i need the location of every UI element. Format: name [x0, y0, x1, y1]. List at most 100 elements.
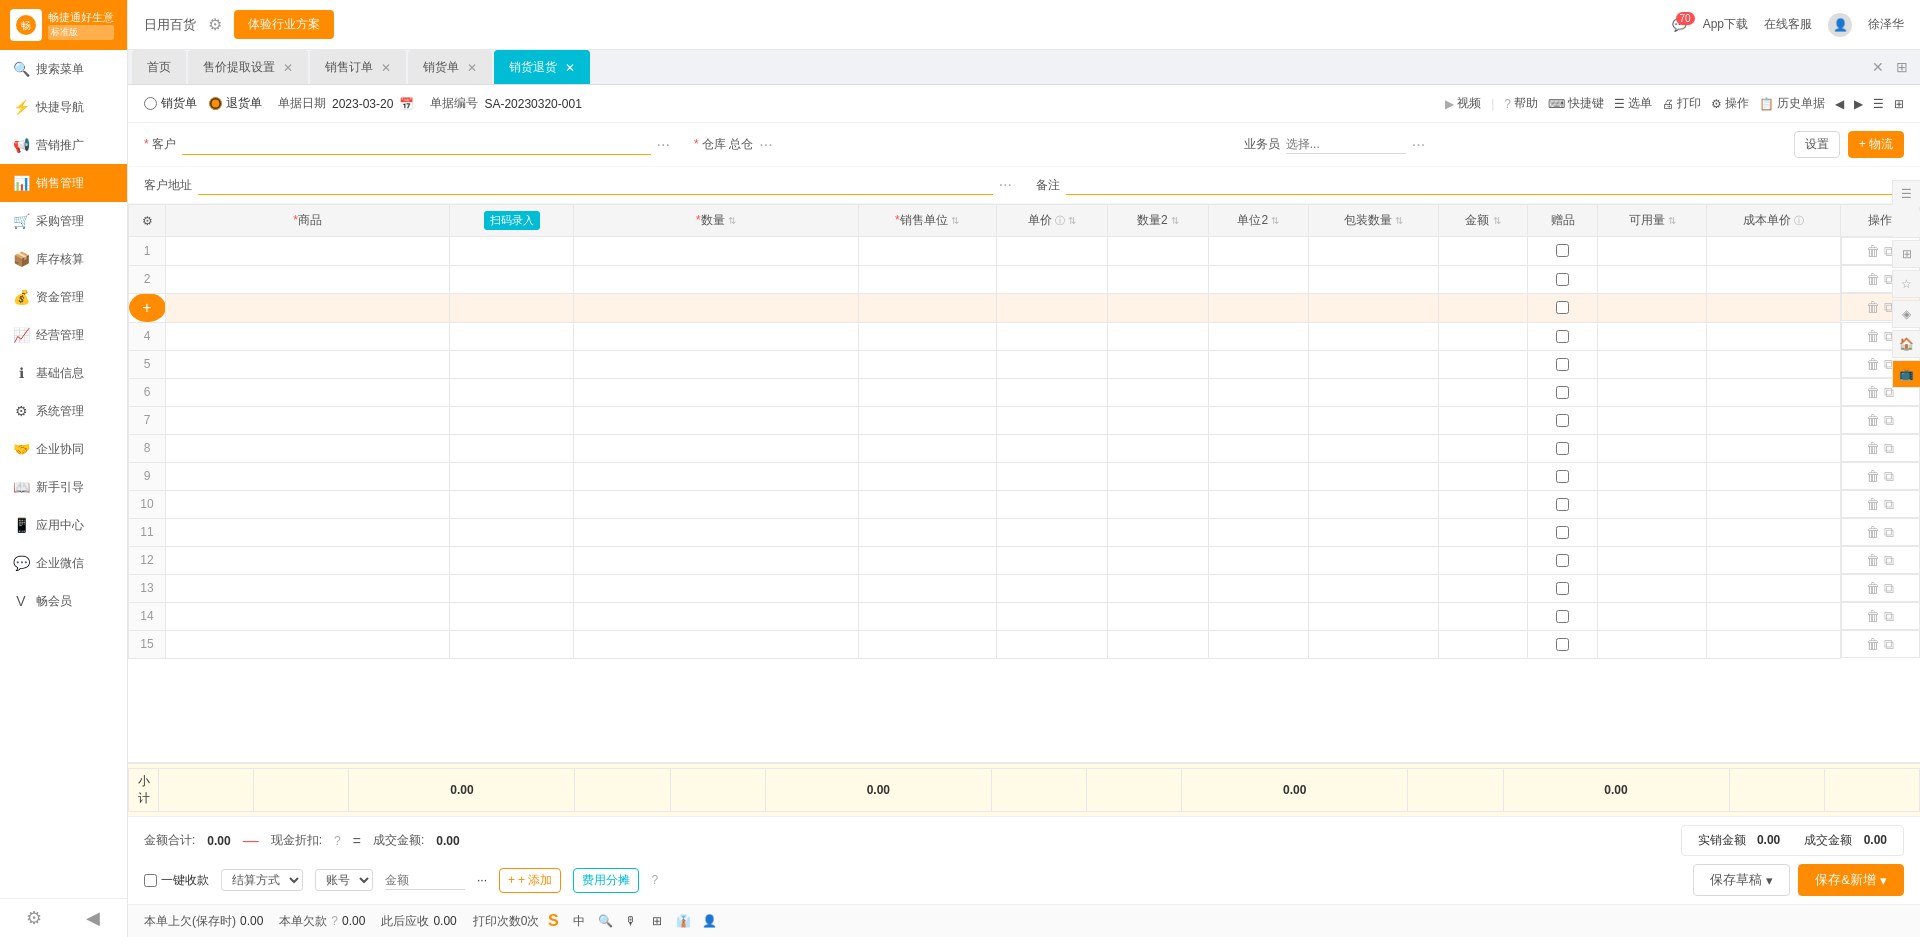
- quantity-input[interactable]: [582, 441, 849, 455]
- sales-unit-cell[interactable]: [858, 490, 996, 518]
- save-draft-btn[interactable]: 保存草稿 ▾: [1693, 864, 1790, 896]
- pack-qty-cell[interactable]: [1309, 378, 1439, 406]
- select-link[interactable]: ☰选单: [1614, 95, 1652, 112]
- delete-icon[interactable]: 🗑: [1866, 384, 1880, 400]
- gift-checkbox[interactable]: [1556, 610, 1569, 623]
- sidebar-item-wechat[interactable]: 💬 企业微信: [0, 544, 127, 582]
- unit2-cell[interactable]: [1208, 630, 1308, 658]
- address-input[interactable]: [198, 175, 993, 195]
- product-cell[interactable]: [166, 406, 450, 434]
- gift-checkbox[interactable]: [1556, 301, 1569, 314]
- unit-price-cell[interactable]: [996, 350, 1108, 378]
- print-link[interactable]: 🖨打印: [1662, 95, 1701, 112]
- quantity-input[interactable]: [582, 301, 849, 315]
- gift-checkbox[interactable]: [1556, 414, 1569, 427]
- pack-qty-cell[interactable]: [1309, 265, 1439, 293]
- toolbar-icon-qr[interactable]: ⊞: [647, 911, 667, 931]
- product-input[interactable]: [174, 553, 441, 567]
- quantity2-cell[interactable]: [1108, 350, 1208, 378]
- quantity2-cell[interactable]: [1108, 630, 1208, 658]
- quantity-cell[interactable]: [574, 546, 858, 574]
- unit-price-cell[interactable]: [996, 462, 1108, 490]
- gift-cell[interactable]: [1528, 378, 1598, 406]
- quantity-input[interactable]: [582, 329, 849, 343]
- pack-qty-cell[interactable]: [1309, 630, 1439, 658]
- quantity-cell[interactable]: [574, 490, 858, 518]
- sidebar-item-quicknav[interactable]: ⚡ 快捷导航: [0, 88, 127, 126]
- amount-cell[interactable]: [1439, 574, 1528, 602]
- address-picker[interactable]: ···: [999, 176, 1012, 194]
- gift-cell[interactable]: [1528, 462, 1598, 490]
- add-row-btn[interactable]: +: [137, 298, 157, 318]
- sidebar-settings-btn[interactable]: ⚙: [8, 907, 60, 929]
- copy-icon[interactable]: ⧉: [1884, 580, 1894, 597]
- view-list-btn[interactable]: ☰: [1873, 97, 1884, 111]
- discount-help-icon[interactable]: ?: [334, 834, 341, 848]
- product-cell[interactable]: [166, 546, 450, 574]
- sales-unit-cell[interactable]: [858, 350, 996, 378]
- product-cell[interactable]: [166, 293, 450, 322]
- gift-checkbox[interactable]: [1556, 442, 1569, 455]
- unit-price-cell[interactable]: [996, 602, 1108, 630]
- unit-price-cell[interactable]: [996, 518, 1108, 546]
- unit2-cell[interactable]: [1208, 265, 1308, 293]
- product-cell[interactable]: [166, 630, 450, 658]
- sales-unit-cell[interactable]: [858, 265, 996, 293]
- delete-icon[interactable]: 🗑: [1866, 299, 1880, 315]
- unit-price-cell[interactable]: [996, 546, 1108, 574]
- quantity-cell[interactable]: [574, 293, 858, 322]
- video-link[interactable]: ▶视频: [1445, 95, 1481, 112]
- quantity-cell[interactable]: [574, 434, 858, 462]
- unit2-cell[interactable]: [1208, 237, 1308, 266]
- gift-cell[interactable]: [1528, 406, 1598, 434]
- copy-icon[interactable]: ⧉: [1884, 412, 1894, 429]
- logistics-btn[interactable]: + 物流: [1848, 131, 1904, 158]
- save-new-btn[interactable]: 保存&新增 ▾: [1798, 864, 1904, 896]
- product-input[interactable]: [174, 581, 441, 595]
- gift-cell[interactable]: [1528, 350, 1598, 378]
- pack-qty-cell[interactable]: [1309, 462, 1439, 490]
- salesman-input[interactable]: [1286, 135, 1406, 154]
- amount-cell[interactable]: [1439, 406, 1528, 434]
- gift-checkbox[interactable]: [1556, 330, 1569, 343]
- sales-unit-cell[interactable]: [858, 602, 996, 630]
- gift-checkbox[interactable]: [1556, 244, 1569, 257]
- copy-icon[interactable]: ⧉: [1884, 552, 1894, 569]
- tab-sales-return[interactable]: 销货退货 ✕: [494, 50, 590, 84]
- shortcuts-link[interactable]: ⌨快捷键: [1548, 95, 1604, 112]
- tab-home[interactable]: 首页: [132, 50, 186, 84]
- product-input[interactable]: [174, 637, 441, 651]
- quantity-input[interactable]: [582, 244, 849, 258]
- gift-cell[interactable]: [1528, 434, 1598, 462]
- amount-cell[interactable]: [1439, 462, 1528, 490]
- th-barcode[interactable]: 扫码录入: [450, 205, 574, 237]
- delete-icon[interactable]: 🗑: [1866, 328, 1880, 344]
- toolbar-icon-zh[interactable]: 中: [569, 911, 589, 931]
- gift-cell[interactable]: [1528, 574, 1598, 602]
- sidebar-item-vip[interactable]: V 畅会员: [0, 582, 127, 620]
- quantity2-cell[interactable]: [1108, 378, 1208, 406]
- copy-icon[interactable]: ⧉: [1884, 496, 1894, 513]
- amount-cell[interactable]: [1439, 265, 1528, 293]
- delete-icon[interactable]: 🗑: [1866, 468, 1880, 484]
- delete-icon[interactable]: 🗑: [1866, 552, 1880, 568]
- history-link[interactable]: 📋历史单据: [1759, 95, 1825, 112]
- tab-close-icon[interactable]: ✕: [467, 61, 477, 75]
- product-cell[interactable]: [166, 462, 450, 490]
- date-value[interactable]: 2023-03-20: [332, 97, 393, 111]
- radio-sales-return[interactable]: 退货单: [209, 95, 262, 112]
- product-cell[interactable]: [166, 378, 450, 406]
- sales-unit-cell[interactable]: [858, 518, 996, 546]
- sales-unit-cell[interactable]: [858, 546, 996, 574]
- quantity2-cell[interactable]: [1108, 518, 1208, 546]
- tab-sales-delivery[interactable]: 销货单 ✕: [408, 50, 492, 84]
- delete-icon[interactable]: 🗑: [1866, 608, 1880, 624]
- unit-price-cell[interactable]: [996, 630, 1108, 658]
- unit2-cell[interactable]: [1208, 602, 1308, 630]
- gift-cell[interactable]: [1528, 518, 1598, 546]
- quantity-cell[interactable]: [574, 265, 858, 293]
- delete-icon[interactable]: 🗑: [1866, 496, 1880, 512]
- unit2-cell[interactable]: [1208, 406, 1308, 434]
- toolbar-icon-mic[interactable]: 🎙: [621, 911, 641, 931]
- quantity-input[interactable]: [582, 637, 849, 651]
